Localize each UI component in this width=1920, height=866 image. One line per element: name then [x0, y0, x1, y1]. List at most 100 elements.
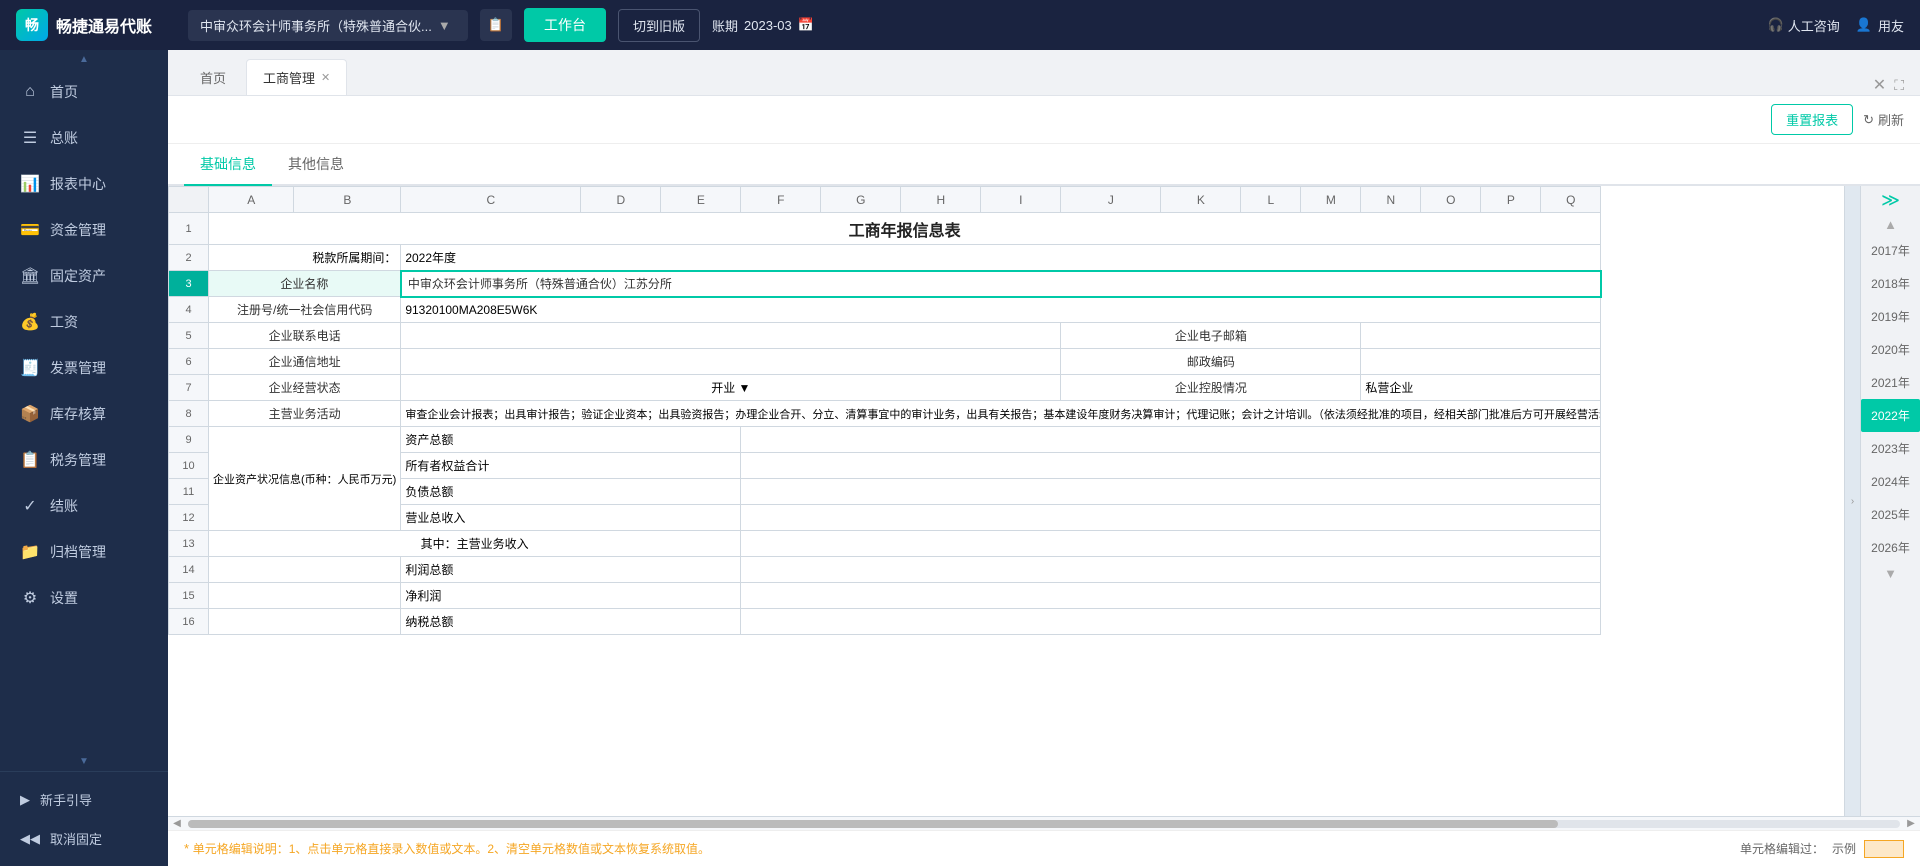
scroll-left-arrow[interactable]: ◀: [168, 818, 186, 829]
reset-button[interactable]: 重置报表: [1771, 104, 1853, 135]
main-biz-value[interactable]: 审查企业会计报表；出具审计报告；验证企业资本；出具验资报告；办理企业合开、分立、…: [401, 401, 1601, 427]
sidebar-label-settings: 设置: [50, 588, 78, 608]
table-row: 4 注册号/统一社会信用代码 91320100MA208E5W6K: [169, 297, 1601, 323]
row-num-2: 2: [169, 245, 209, 271]
sidebar-label-inventory: 库存核算: [50, 404, 106, 424]
cell-hint-label: 示例: [1832, 840, 1856, 857]
net-profit-spacer: [209, 583, 401, 609]
col-header-i: I: [981, 187, 1061, 213]
table-row: 3 企业名称 中审众环会计师事务所（特殊普通合伙）江苏分所: [169, 271, 1601, 297]
headset-icon: 🎧: [1768, 17, 1784, 33]
service-button[interactable]: 🎧 人工咨询: [1768, 16, 1840, 35]
info-tab-basic[interactable]: 基础信息: [184, 144, 272, 186]
tab-bar-left: 首页 工商管理 ✕: [184, 59, 351, 95]
h-scroll-thumb[interactable]: [188, 820, 1558, 828]
refresh-button[interactable]: ↻ 刷新: [1863, 110, 1904, 129]
row-num-13: 13: [169, 531, 209, 557]
panel-collapse-btn[interactable]: ≫: [1861, 186, 1920, 215]
year-2025[interactable]: 2025年: [1861, 498, 1920, 531]
year-2020[interactable]: 2020年: [1861, 333, 1920, 366]
phone-label: 企业联系电话: [209, 323, 401, 349]
row-num-1: 1: [169, 213, 209, 245]
doc-icon[interactable]: 📋: [480, 9, 512, 41]
col-header-o: O: [1421, 187, 1481, 213]
sidebar-item-guide[interactable]: ▶ 新手引导: [0, 780, 168, 819]
reg-code-label: 注册号/统一社会信用代码: [209, 297, 401, 323]
profit-value[interactable]: [741, 557, 1601, 583]
panel-up-btn[interactable]: ▲: [1861, 215, 1920, 234]
postal-value[interactable]: [1361, 349, 1601, 375]
sidebar-item-capital[interactable]: 💳 资金管理: [0, 207, 168, 253]
sidebar-item-cancel-fixed[interactable]: ◀◀ 取消固定: [0, 819, 168, 858]
spreadsheet-main[interactable]: A B C D E F G H I J K L: [168, 186, 1844, 816]
table-row: 15 净利润: [169, 583, 1601, 609]
liabilities-value[interactable]: [741, 479, 1601, 505]
window-expand-icon[interactable]: ⛶: [1894, 77, 1904, 94]
total-assets-value[interactable]: [741, 427, 1601, 453]
user-area[interactable]: 👤 用友: [1856, 16, 1904, 35]
sidebar-scroll-up[interactable]: ▲: [0, 50, 168, 69]
reg-code-value[interactable]: 91320100MA208E5W6K: [401, 297, 1601, 323]
h-scroll-track[interactable]: [188, 820, 1900, 828]
year-2018[interactable]: 2018年: [1861, 267, 1920, 300]
company-selector[interactable]: 中审众环会计师事务所（特殊普通合伙... ▼: [188, 10, 468, 41]
content-area: 首页 工商管理 ✕ ✕ ⛶ 重置报表 ↻ 刷新: [168, 50, 1920, 866]
table-row: 1 工商年报信息表: [169, 213, 1601, 245]
year-2017[interactable]: 2017年: [1861, 234, 1920, 267]
sidebar-item-inventory[interactable]: 📦 库存核算: [0, 391, 168, 437]
sidebar-scroll-down[interactable]: ▼: [0, 752, 168, 771]
phone-value[interactable]: [401, 323, 1061, 349]
sidebar-item-home[interactable]: ⌂ 首页: [0, 69, 168, 115]
info-tab-other[interactable]: 其他信息: [272, 144, 360, 186]
h-scroll-bar[interactable]: ◀ ▶: [168, 816, 1920, 830]
holding-label: 企业控股情况: [1061, 375, 1361, 401]
address-value[interactable]: [401, 349, 1061, 375]
sidebar-item-invoice[interactable]: 🧾 发票管理: [0, 345, 168, 391]
sidebar-item-assets[interactable]: 🏛 固定资产: [0, 253, 168, 299]
info-tab-other-label: 其他信息: [288, 156, 344, 172]
sidebar-item-tax[interactable]: 📋 税务管理: [0, 437, 168, 483]
net-profit-value[interactable]: [741, 583, 1601, 609]
tab-home[interactable]: 首页: [184, 60, 242, 95]
biz-status-value[interactable]: 开业 ▼: [401, 375, 1061, 401]
table-row: 6 企业通信地址 邮政编码: [169, 349, 1601, 375]
sidebar-label-tax: 税务管理: [50, 450, 106, 470]
holding-value[interactable]: 私营企业: [1361, 375, 1601, 401]
tab-bar-right: ✕ ⛶: [1873, 75, 1904, 95]
window-close-icon[interactable]: ✕: [1873, 75, 1886, 95]
period-value-cell[interactable]: 2022年度: [401, 245, 1601, 271]
year-2026[interactable]: 2026年: [1861, 531, 1920, 564]
doc-glyph: 📋: [488, 17, 504, 33]
revenue-value[interactable]: [741, 505, 1601, 531]
workbench-button[interactable]: 工作台: [524, 8, 606, 42]
right-toggle[interactable]: ›: [1844, 186, 1860, 816]
scroll-right-arrow[interactable]: ▶: [1902, 818, 1920, 829]
sidebar-item-settings[interactable]: ⚙ 设置: [0, 575, 168, 621]
sidebar-item-archive[interactable]: 📁 归档管理: [0, 529, 168, 575]
tab-close-icon[interactable]: ✕: [321, 71, 330, 84]
equity-value[interactable]: [741, 453, 1601, 479]
company-name-value[interactable]: 中审众环会计师事务所（特殊普通合伙）江苏分所: [401, 271, 1601, 297]
year-2022[interactable]: 2022年: [1861, 399, 1920, 432]
table-row: 9 企业资产状况信息(币种：人民币万元) 资产总额: [169, 427, 1601, 453]
sidebar-item-ledger[interactable]: ☰ 总账: [0, 115, 168, 161]
refresh-icon: ↻: [1863, 112, 1874, 128]
calendar-icon[interactable]: 📅: [798, 17, 814, 33]
sidebar-item-salary[interactable]: 💰 工资: [0, 299, 168, 345]
panel-down-btn[interactable]: ▼: [1861, 564, 1920, 583]
postal-label: 邮政编码: [1061, 349, 1361, 375]
cancel-fixed-label: 取消固定: [50, 829, 102, 848]
year-2019[interactable]: 2019年: [1861, 300, 1920, 333]
year-2023[interactable]: 2023年: [1861, 432, 1920, 465]
email-value[interactable]: [1361, 323, 1601, 349]
sidebar-label-capital: 资金管理: [50, 220, 106, 240]
tax-value[interactable]: [741, 609, 1601, 635]
sidebar-item-settle[interactable]: ✓ 结账: [0, 483, 168, 529]
main-revenue-value[interactable]: [741, 531, 1601, 557]
year-2021[interactable]: 2021年: [1861, 366, 1920, 399]
tab-business[interactable]: 工商管理 ✕: [246, 59, 347, 95]
profit-spacer: [209, 557, 401, 583]
old-version-button[interactable]: 切到旧版: [618, 9, 700, 42]
year-2024[interactable]: 2024年: [1861, 465, 1920, 498]
sidebar-item-report[interactable]: 📊 报表中心: [0, 161, 168, 207]
